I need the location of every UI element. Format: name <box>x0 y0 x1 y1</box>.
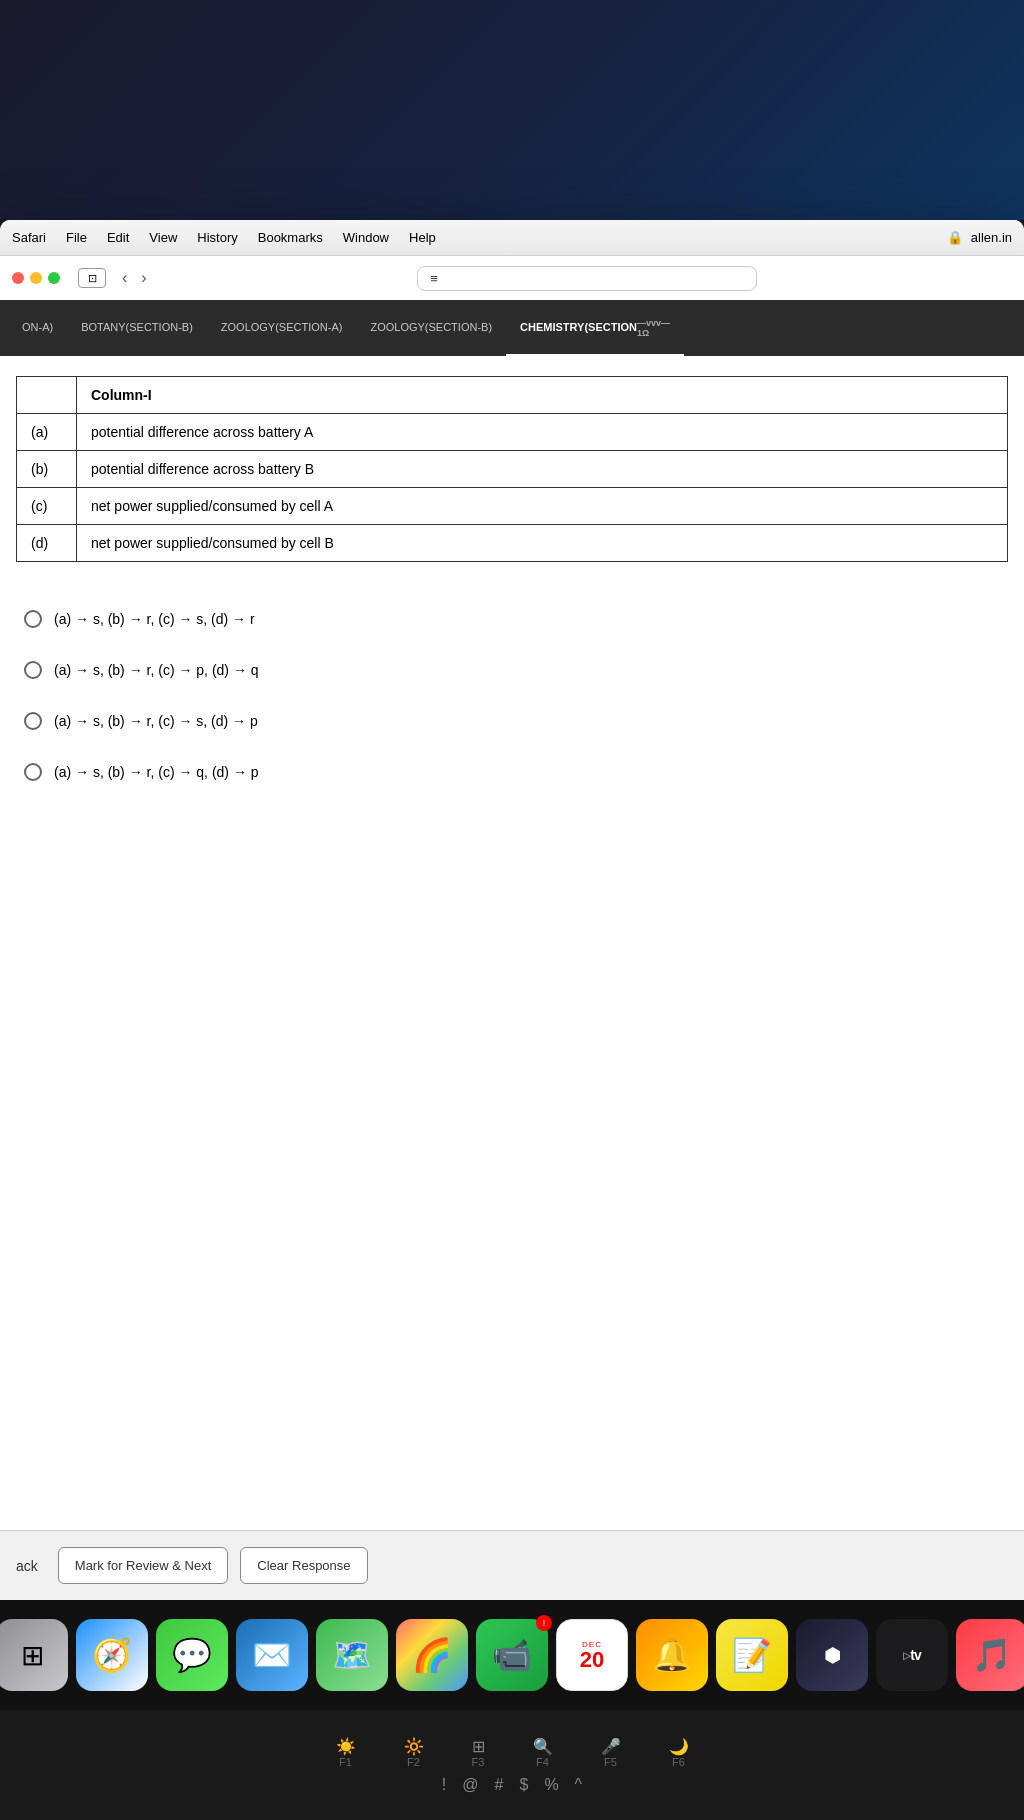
match-table: Column-I (a) potential difference across… <box>16 376 1008 562</box>
key-caret: ^ <box>575 1776 583 1794</box>
back-button[interactable]: ‹ <box>116 267 133 289</box>
menu-file[interactable]: File <box>66 230 87 245</box>
option-4[interactable]: (a) → s, (b) → r, (c) → q, (d) → p <box>16 747 1008 798</box>
table-key-b: (b) <box>17 451 77 488</box>
radio-1[interactable] <box>24 610 42 628</box>
radio-4[interactable] <box>24 763 42 781</box>
menu-bar: Safari File Edit View History Bookmarks … <box>0 220 1024 256</box>
option-1-text: (a) → s, (b) → r, (c) → s, (d) → r <box>54 611 255 627</box>
fn-key-f2: 🔆 F2 <box>404 1737 424 1768</box>
menu-help[interactable]: Help <box>409 230 436 245</box>
notification-badge: ! <box>536 1615 552 1631</box>
option-2[interactable]: (a) → s, (b) → r, (c) → p, (d) → q <box>16 645 1008 696</box>
key-exclaim: ! <box>442 1776 446 1794</box>
option-3-text: (a) → s, (b) → r, (c) → s, (d) → p <box>54 713 258 729</box>
safari-toolbar: ⊡ ‹ › ≡ <box>0 256 1024 300</box>
radio-2[interactable] <box>24 661 42 679</box>
reader-icon: ≡ <box>430 271 438 286</box>
key-dollar: $ <box>519 1776 528 1794</box>
table-row: (a) potential difference across battery … <box>17 414 1008 451</box>
table-key-c: (c) <box>17 488 77 525</box>
tab-zoology-a[interactable]: ZOOLOGY(SECTION-A) <box>207 300 357 356</box>
fn-keys-row: ☀️ F1 🔆 F2 ⊞ F3 🔍 F4 🎤 F5 🌙 F6 <box>336 1737 689 1768</box>
dock-mail[interactable]: ✉️ <box>236 1619 308 1691</box>
mark-review-button[interactable]: Mark for Review & Next <box>58 1547 229 1584</box>
table-value-d: net power supplied/consumed by cell B <box>77 525 1008 562</box>
tab-zoology-b[interactable]: ZOOLOGY(SECTION-B) <box>356 300 506 356</box>
menu-safari[interactable]: Safari <box>12 230 46 245</box>
tab-physics-a[interactable]: ON-A) <box>8 300 67 356</box>
menu-view[interactable]: View <box>149 230 177 245</box>
address-bar-area: ≡ <box>163 266 1012 291</box>
table-key-d: (d) <box>17 525 77 562</box>
calendar-date: 20 <box>580 1649 604 1671</box>
keyboard-area: ☀️ F1 🔆 F2 ⊞ F3 🔍 F4 🎤 F5 🌙 F6 <box>0 1710 1024 1820</box>
sidebar-button[interactable]: ⊡ <box>78 268 106 288</box>
dock-notes[interactable]: 📝 <box>716 1619 788 1691</box>
scroll-content[interactable]: Column-I (a) potential difference across… <box>0 356 1024 1530</box>
option-4-text: (a) → s, (b) → r, (c) → q, (d) → p <box>54 764 259 780</box>
address-bar[interactable]: ≡ <box>417 266 757 291</box>
fn-key-f6: 🌙 F6 <box>669 1737 689 1768</box>
table-value-b: potential difference across battery B <box>77 451 1008 488</box>
menu-edit[interactable]: Edit <box>107 230 129 245</box>
main-keys-row: ! @ # $ % ^ <box>442 1776 582 1794</box>
tab-bar: ON-A) BOTANY(SECTION-B) ZOOLOGY(SECTION-… <box>0 300 1024 356</box>
dock-facetime[interactable]: 📹 ! <box>476 1619 548 1691</box>
dock-maps[interactable]: 🗺️ <box>316 1619 388 1691</box>
clear-response-button[interactable]: Clear Response <box>240 1547 367 1584</box>
option-2-text: (a) → s, (b) → r, (c) → p, (d) → q <box>54 662 259 678</box>
dock-safari[interactable]: 🧭 <box>76 1619 148 1691</box>
fn-key-f5: 🎤 F5 <box>601 1737 621 1768</box>
desktop-background <box>0 0 1024 220</box>
question-content: Column-I (a) potential difference across… <box>0 356 1024 826</box>
table-col0-header <box>17 377 77 414</box>
domain-name: allen.in <box>971 230 1012 245</box>
table-value-a: potential difference across battery A <box>77 414 1008 451</box>
table-col1-header: Column-I <box>77 377 1008 414</box>
dock-cursorpro[interactable]: ⬢ <box>796 1619 868 1691</box>
fn-key-f1: ☀️ F1 <box>336 1737 356 1768</box>
options-area: (a) → s, (b) → r, (c) → s, (d) → r (a) →… <box>16 586 1008 806</box>
fullscreen-button[interactable] <box>48 272 60 284</box>
lock-icon: 🔒 <box>947 230 963 245</box>
fn-key-f4: 🔍 F4 <box>533 1737 553 1768</box>
bottom-bar: ack Mark for Review & Next Clear Respons… <box>0 1530 1024 1600</box>
traffic-lights <box>12 272 60 284</box>
key-at: @ <box>462 1776 478 1794</box>
dock-music[interactable]: 🎵 <box>956 1619 1024 1691</box>
fn-key-f3: ⊞ F3 <box>472 1737 485 1768</box>
table-row: (d) net power supplied/consumed by cell … <box>17 525 1008 562</box>
forward-button[interactable]: › <box>135 267 152 289</box>
dock-photos[interactable]: 🌈 <box>396 1619 468 1691</box>
dock-launchpad[interactable]: ⊞ <box>0 1619 68 1691</box>
dock-calendar[interactable]: DEC 20 <box>556 1619 628 1691</box>
dock-appletv[interactable]: ▷tv <box>876 1619 948 1691</box>
menu-history[interactable]: History <box>197 230 237 245</box>
safari-content: ON-A) BOTANY(SECTION-B) ZOOLOGY(SECTION-… <box>0 300 1024 1600</box>
dock-apps: 🔵 ⊞ 🧭 💬 ✉️ 🗺️ 🌈 📹 ! DEC 20 🔔 📝 ⬢ ▷tv 🎵 📱 <box>0 1600 1024 1710</box>
minimize-button[interactable] <box>30 272 42 284</box>
option-1[interactable]: (a) → s, (b) → r, (c) → s, (d) → r <box>16 594 1008 645</box>
table-row: (b) potential difference across battery … <box>17 451 1008 488</box>
menu-window[interactable]: Window <box>343 230 389 245</box>
dock-reminders[interactable]: 🔔 <box>636 1619 708 1691</box>
close-button[interactable] <box>12 272 24 284</box>
dock-messages[interactable]: 💬 <box>156 1619 228 1691</box>
table-row: (c) net power supplied/consumed by cell … <box>17 488 1008 525</box>
tab-chemistry[interactable]: CHEMISTRY(SECTION ―vvv―1Ω <box>506 300 684 356</box>
table-key-a: (a) <box>17 414 77 451</box>
key-hash: # <box>495 1776 504 1794</box>
key-percent: % <box>544 1776 558 1794</box>
dock: 🔵 ⊞ 🧭 💬 ✉️ 🗺️ 🌈 📹 ! DEC 20 🔔 📝 ⬢ ▷tv 🎵 📱… <box>0 1600 1024 1820</box>
back-label: ack <box>16 1558 38 1574</box>
radio-3[interactable] <box>24 712 42 730</box>
safari-window: Safari File Edit View History Bookmarks … <box>0 220 1024 1600</box>
option-3[interactable]: (a) → s, (b) → r, (c) → s, (d) → p <box>16 696 1008 747</box>
tab-botany-b[interactable]: BOTANY(SECTION-B) <box>67 300 207 356</box>
table-value-c: net power supplied/consumed by cell A <box>77 488 1008 525</box>
menu-bookmarks[interactable]: Bookmarks <box>258 230 323 245</box>
